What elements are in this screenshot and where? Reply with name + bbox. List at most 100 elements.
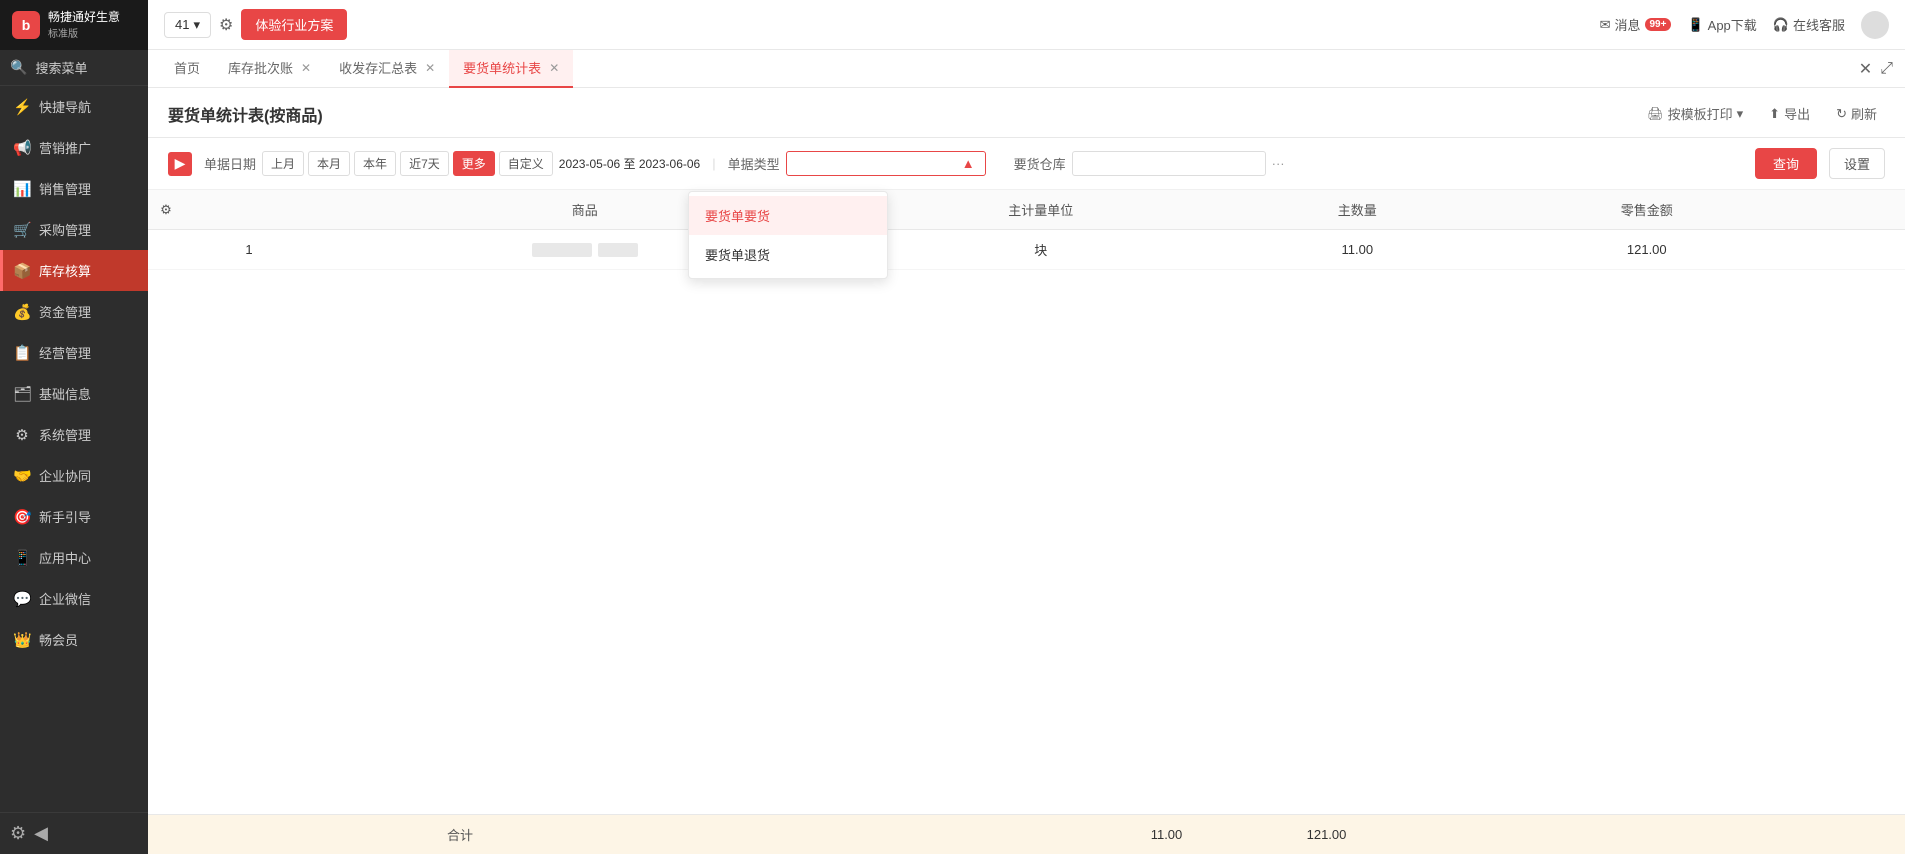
phone-icon: 📱 <box>1687 17 1703 33</box>
trial-btn[interactable]: 体验行业方案 <box>241 9 347 40</box>
sidebar-label-sales: 销售管理 <box>39 179 91 198</box>
logo-text-area: 畅捷通好生意 标准版 <box>48 10 120 41</box>
cell-extra <box>1805 230 1905 270</box>
sidebar-item-appstore[interactable]: 📱 应用中心 <box>0 537 148 578</box>
print-btn[interactable]: 🖨 按模板打印 ▾ <box>1639 100 1751 127</box>
store-selector[interactable]: 41 ▾ <box>164 12 211 38</box>
date-filter-group: 单据日期 上月 本月 本年 近7天 更多 自定义 2023-05-06 至 20… <box>204 151 700 176</box>
warehouse-input[interactable] <box>1072 151 1266 176</box>
app-download-btn[interactable]: 📱 App下载 <box>1687 15 1756 34</box>
tab-receive-summary[interactable]: 收发存汇总表 ✕ <box>325 50 449 88</box>
sidebar-label-marketing: 营销推广 <box>39 138 91 157</box>
footer-label: 合计 <box>360 825 560 844</box>
type-filter-group: 单据类型 ▲ <box>728 151 986 176</box>
sales-icon: 📊 <box>13 180 31 198</box>
sidebar-item-basic[interactable]: 🗂 基础信息 <box>0 373 148 414</box>
sidebar-label-purchase: 采购管理 <box>39 220 91 239</box>
sidebar-item-wechat[interactable]: 💬 企业微信 <box>0 578 148 619</box>
guide-icon: 🎯 <box>13 508 31 526</box>
sidebar-item-quick[interactable]: ⚡ 快捷导航 <box>0 86 148 127</box>
dropdown-item-return[interactable]: 要货单退货 <box>689 235 887 274</box>
table-header-row: ⚙ 商品 主计量单位 主数量 零售金额 <box>148 190 1905 230</box>
sidebar-item-operations[interactable]: 📋 经营管理 <box>0 332 148 373</box>
warehouse-label: 要货仓库 <box>1014 154 1066 173</box>
export-btn[interactable]: ⬆ 导出 <box>1761 100 1818 127</box>
logo-icon: b <box>12 11 40 39</box>
date-btn-this-year[interactable]: 本年 <box>354 151 396 176</box>
date-btn-more[interactable]: 更多 <box>453 151 495 176</box>
sidebar-label-appstore: 应用中心 <box>39 548 91 567</box>
tab-home-label: 首页 <box>174 58 200 77</box>
page-header: 要货单统计表(按商品) 🖨 按模板打印 ▾ ⬆ 导出 ↻ 刷新 <box>148 88 1905 138</box>
sidebar-item-finance[interactable]: 💰 资金管理 <box>0 291 148 332</box>
sidebar-item-system[interactable]: ⚙ 系统管理 <box>0 414 148 455</box>
date-btn-custom[interactable]: 自定义 <box>499 151 553 176</box>
settings-bottom-icon[interactable]: ⚙ <box>10 823 26 844</box>
sidebar-label-system: 系统管理 <box>39 425 91 444</box>
dropdown-label-return: 要货单退货 <box>705 248 770 263</box>
online-service-btn[interactable]: 🎧 在线客服 <box>1773 15 1845 34</box>
date-quick-btns: 上月 本月 本年 近7天 更多 自定义 <box>262 151 553 176</box>
messages-btn[interactable]: ✉ 消息 99+ <box>1600 15 1672 34</box>
footer-qty: 11.00 <box>1151 827 1183 842</box>
cell-seq: 1 <box>184 230 314 270</box>
product-placeholder-2 <box>598 243 638 257</box>
tab-order-stats-close[interactable]: ✕ <box>549 61 559 75</box>
sidebar-label-guide: 新手引导 <box>39 507 91 526</box>
tab-home[interactable]: 首页 <box>160 50 214 88</box>
logo-area: b 畅捷通好生意 标准版 <box>0 0 148 50</box>
topbar-left: 41 ▾ ⚙ 体验行业方案 <box>164 9 1588 40</box>
date-btn-this-month[interactable]: 本月 <box>308 151 350 176</box>
date-label: 单据日期 <box>204 154 256 173</box>
user-avatar[interactable] <box>1861 11 1889 39</box>
date-btn-last-month[interactable]: 上月 <box>262 151 304 176</box>
warehouse-more-icon[interactable]: ··· <box>1272 156 1285 171</box>
store-dropdown-icon: ▾ <box>193 17 200 33</box>
tab-maximize-btn[interactable]: ⤢ <box>1880 60 1893 78</box>
date-btn-7days[interactable]: 近7天 <box>400 151 449 176</box>
tab-close-all-btn[interactable]: ✕ <box>1859 59 1872 79</box>
sidebar-item-inventory[interactable]: 📦 库存核算 <box>0 250 148 291</box>
col-header-settings[interactable]: ⚙ <box>148 190 184 230</box>
sidebar-item-sales[interactable]: 📊 销售管理 <box>0 168 148 209</box>
quick-icon: ⚡ <box>13 98 31 116</box>
sidebar-item-purchase[interactable]: 🛒 采购管理 <box>0 209 148 250</box>
filter-expand-btn[interactable]: ▶ <box>168 152 192 176</box>
sidebar-search[interactable]: 🔍 搜索菜单 <box>0 50 148 86</box>
type-select[interactable]: ▲ <box>786 151 986 176</box>
sidebar-item-marketing[interactable]: 📢 营销推广 <box>0 127 148 168</box>
tab-receive-summary-close[interactable]: ✕ <box>425 61 435 75</box>
refresh-btn[interactable]: ↻ 刷新 <box>1828 100 1885 127</box>
refresh-label: 刷新 <box>1851 104 1877 123</box>
sidebar-label-finance: 资金管理 <box>39 302 91 321</box>
inventory-icon: 📦 <box>13 262 31 280</box>
tab-receive-summary-label: 收发存汇总表 <box>339 58 417 77</box>
sidebar-item-member[interactable]: 👑 畅会员 <box>0 619 148 660</box>
table-settings-btn[interactable]: 设置 <box>1829 148 1885 179</box>
main-area: 41 ▾ ⚙ 体验行业方案 ✉ 消息 99+ 📱 App下载 🎧 在线客服 <box>148 0 1905 854</box>
member-icon: 👑 <box>13 631 31 649</box>
sidebar-item-enterprise[interactable]: 🤝 企业协同 <box>0 455 148 496</box>
query-btn[interactable]: 查询 <box>1755 148 1817 179</box>
collapse-sidebar-btn[interactable]: ◀ <box>34 823 48 844</box>
sidebar-label-basic: 基础信息 <box>39 384 91 403</box>
appstore-icon: 📱 <box>13 549 31 567</box>
app-subtitle: 标准版 <box>48 25 120 40</box>
tab-order-stats[interactable]: 要货单统计表 ✕ <box>449 50 573 88</box>
sidebar-item-guide[interactable]: 🎯 新手引导 <box>0 496 148 537</box>
sidebar-label-quick: 快捷导航 <box>39 97 91 116</box>
table-footer: 合计 11.00 121.00 <box>148 814 1905 854</box>
topbar-settings-icon[interactable]: ⚙ <box>219 15 233 35</box>
sidebar-bottom: ⚙ ◀ <box>0 812 148 854</box>
col-header-qty: 主数量 <box>1226 190 1488 230</box>
app-title: 畅捷通好生意 <box>48 10 120 26</box>
online-service-label: 在线客服 <box>1793 15 1845 34</box>
tab-inventory-batch-close[interactable]: ✕ <box>301 61 311 75</box>
cell-unit: 块 <box>855 230 1226 270</box>
marketing-icon: 📢 <box>13 139 31 157</box>
messages-label: 消息 <box>1614 15 1640 34</box>
warehouse-filter-group: 要货仓库 ··· <box>1014 151 1285 176</box>
dropdown-item-order[interactable]: 要货单要货 <box>689 196 887 235</box>
export-label: 导出 <box>1784 104 1810 123</box>
tab-inventory-batch[interactable]: 库存批次账 ✕ <box>214 50 325 88</box>
